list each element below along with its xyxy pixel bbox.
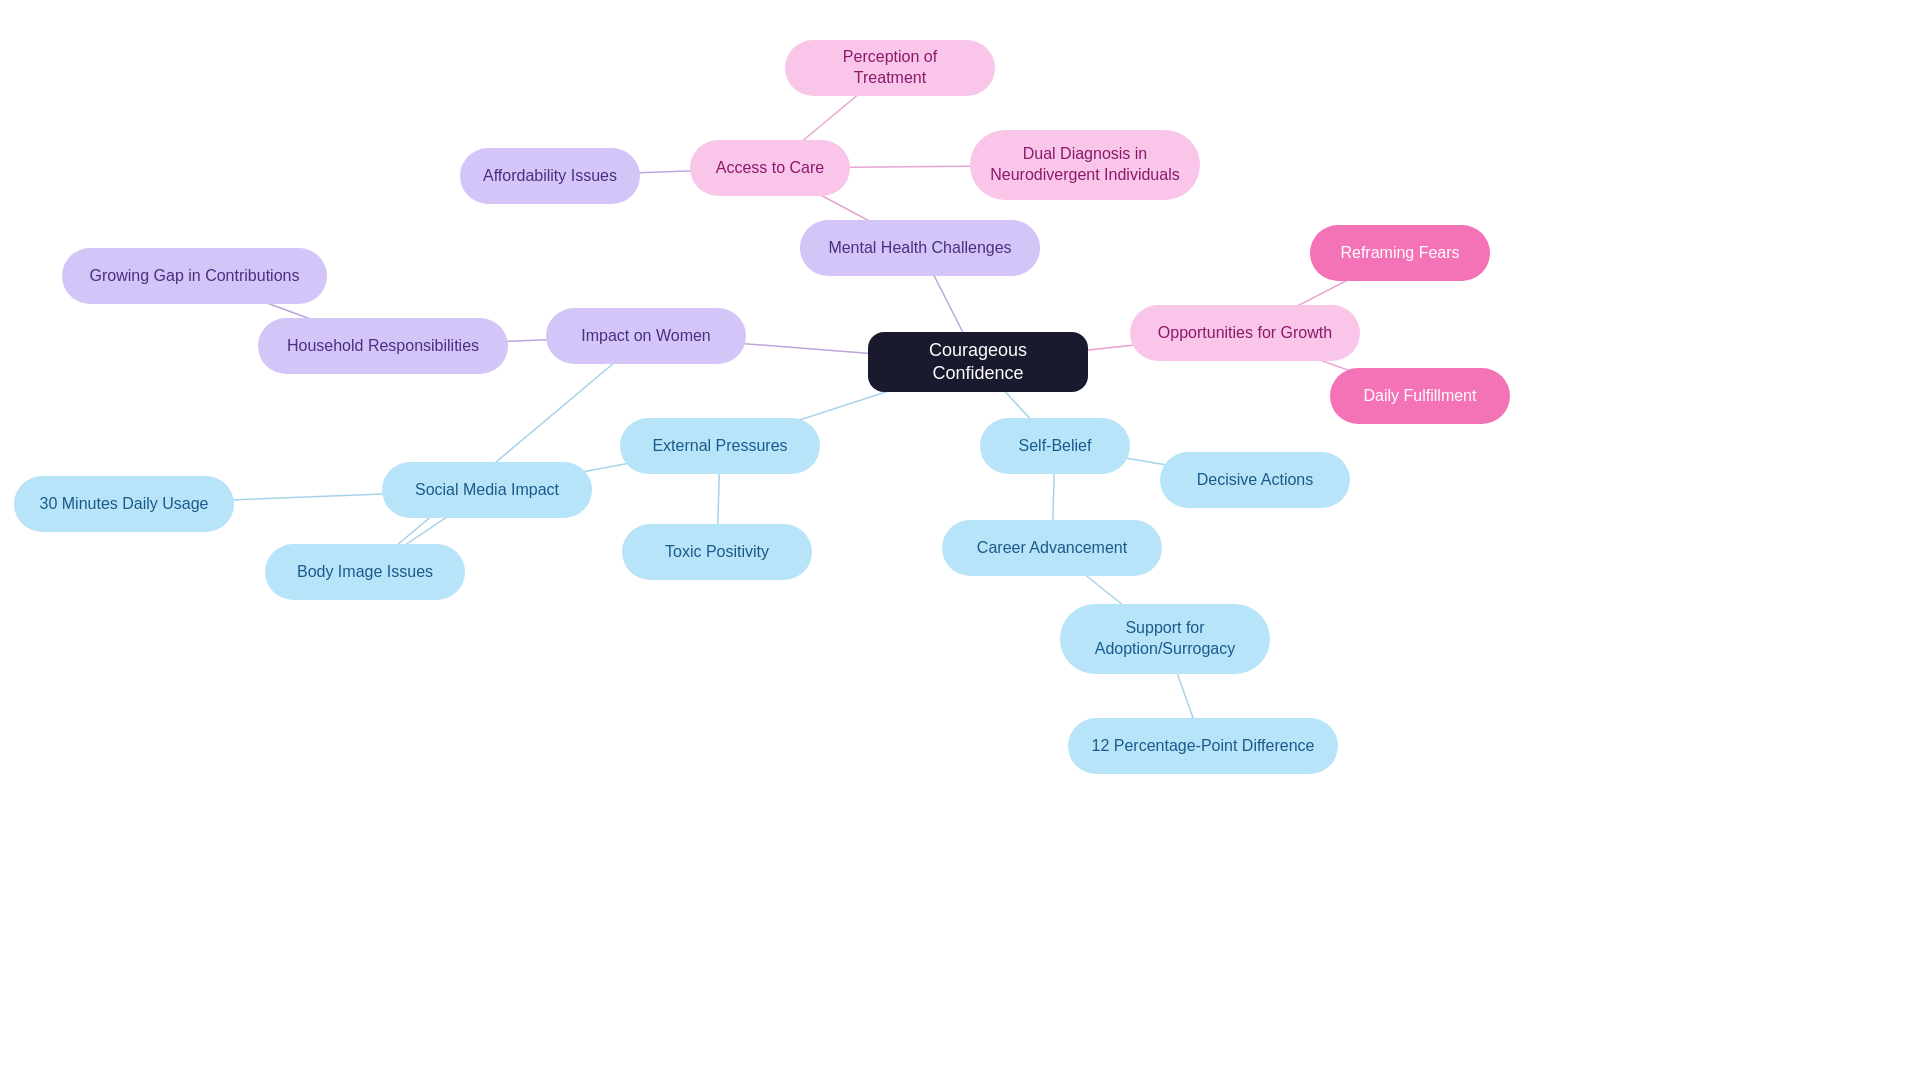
node-external-pressures[interactable]: External Pressures xyxy=(620,418,820,474)
node-household[interactable]: Household Responsibilities xyxy=(258,318,508,374)
node-self-belief[interactable]: Self-Belief xyxy=(980,418,1130,474)
node-perception[interactable]: Perception of Treatment xyxy=(785,40,995,96)
node-opportunities[interactable]: Opportunities for Growth xyxy=(1130,305,1360,361)
node-growing-gap[interactable]: Growing Gap in Contributions xyxy=(62,248,327,304)
node-social-media[interactable]: Social Media Impact xyxy=(382,462,592,518)
node-access[interactable]: Access to Care xyxy=(690,140,850,196)
node-decisive-actions[interactable]: Decisive Actions xyxy=(1160,452,1350,508)
mind-map: Courageous Confidence Perception of Treat… xyxy=(0,0,1920,1083)
node-career-advancement[interactable]: Career Advancement xyxy=(942,520,1162,576)
node-mental-health[interactable]: Mental Health Challenges xyxy=(800,220,1040,276)
node-30-minutes[interactable]: 30 Minutes Daily Usage xyxy=(14,476,234,532)
center-node[interactable]: Courageous Confidence xyxy=(868,332,1088,392)
node-impact-women[interactable]: Impact on Women xyxy=(546,308,746,364)
node-toxic-positivity[interactable]: Toxic Positivity xyxy=(622,524,812,580)
node-affordability[interactable]: Affordability Issues xyxy=(460,148,640,204)
node-support-adoption[interactable]: Support for Adoption/Surrogacy xyxy=(1060,604,1270,674)
node-daily-fulfillment[interactable]: Daily Fulfillment xyxy=(1330,368,1510,424)
node-body-image[interactable]: Body Image Issues xyxy=(265,544,465,600)
node-dual-diagnosis[interactable]: Dual Diagnosis in Neurodivergent Individ… xyxy=(970,130,1200,200)
node-12-percent[interactable]: 12 Percentage-Point Difference xyxy=(1068,718,1338,774)
node-reframing[interactable]: Reframing Fears xyxy=(1310,225,1490,281)
